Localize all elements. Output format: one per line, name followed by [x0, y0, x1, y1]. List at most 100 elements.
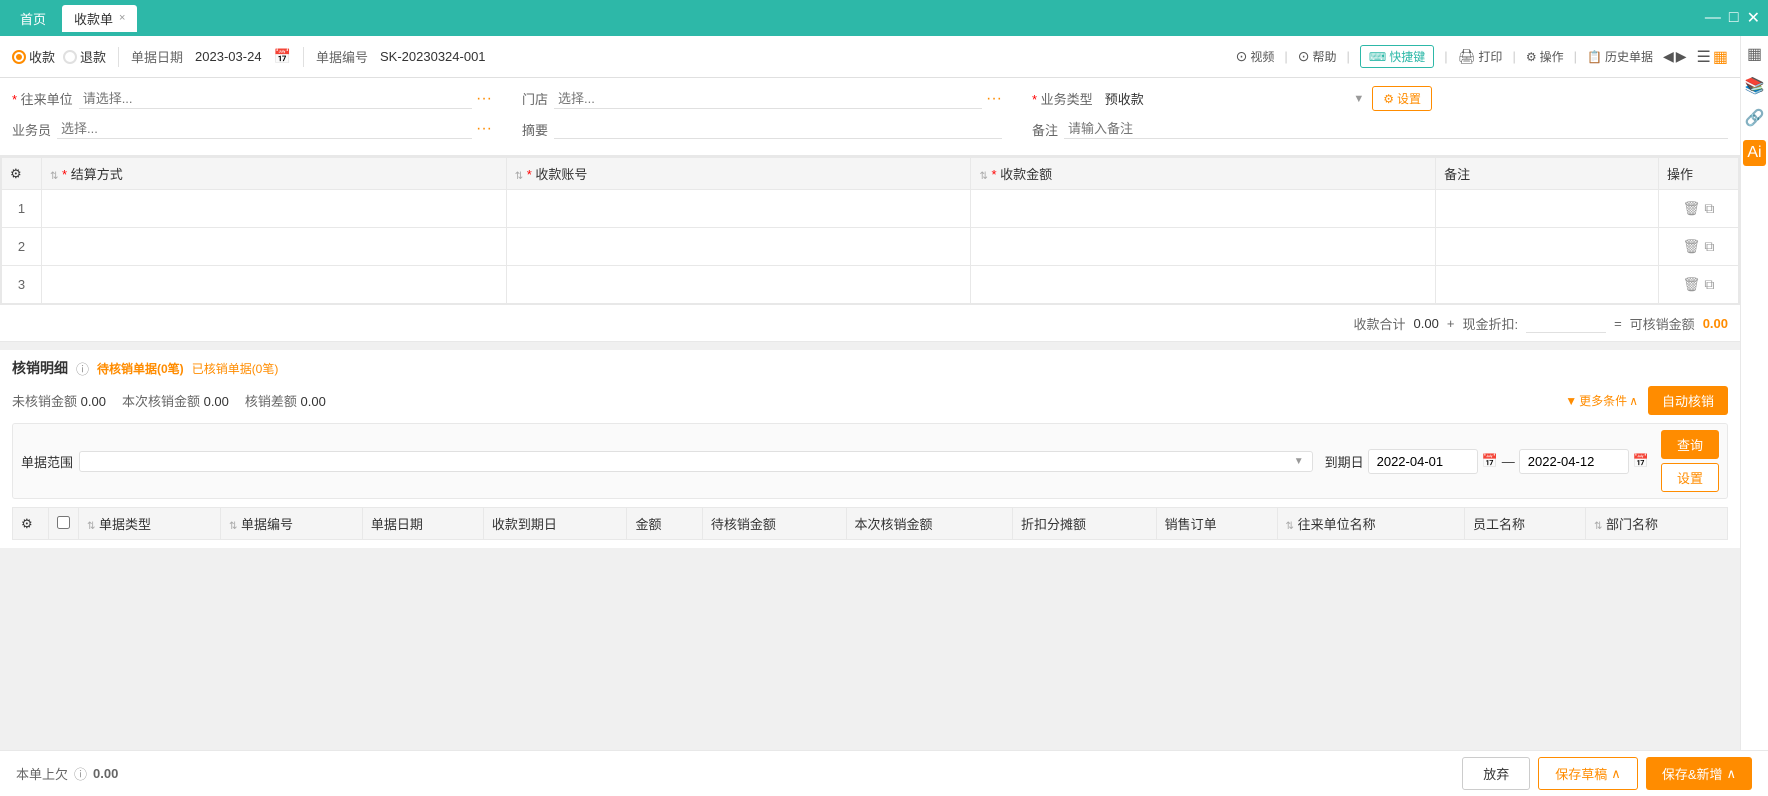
store-ellipsis-btn[interactable]: ···	[986, 90, 1002, 108]
right-panel-book-icon[interactable]: 📚	[1745, 76, 1765, 96]
store-field: 门店 ···	[522, 89, 1002, 109]
filter-row: 单据范围 ▼ 到期日 📅 — 📅 查询 设置	[12, 423, 1728, 499]
row2-copy-icon[interactable]: ⧉	[1704, 238, 1714, 255]
window-close-icon[interactable]: ✕	[1747, 8, 1760, 28]
date-range-dash: —	[1502, 454, 1515, 469]
abandon-button[interactable]: 放弃	[1462, 757, 1530, 790]
settings-button[interactable]: ⚙ 设置	[1372, 86, 1432, 111]
save-new-button[interactable]: 保存&新增 ∧	[1646, 757, 1752, 790]
view-list-icon[interactable]: ☰	[1697, 47, 1711, 67]
tab-close-icon[interactable]: ×	[119, 12, 125, 24]
view-grid-icon[interactable]: ▦	[1713, 47, 1728, 67]
stats-row: 未核销金额 0.00 本次核销金额 0.00 核销差额 0.00 ▼ 更多条件 …	[12, 386, 1728, 415]
radio-refund[interactable]: 退款	[63, 47, 106, 66]
row2-delete-icon[interactable]: 🗑	[1683, 238, 1701, 255]
bottom-th-gear[interactable]: ⚙	[13, 508, 49, 540]
query-button[interactable]: 查询	[1661, 430, 1719, 459]
right-panel-link-icon[interactable]: 🔗	[1745, 108, 1765, 128]
toolbar: 收款 退款 单据日期 2023-03-24 📅 单据编号 SK-20230324…	[0, 36, 1740, 78]
right-panel: ▦ 📚 🔗 Ai	[1740, 36, 1768, 750]
single-no-label: 单据编号	[316, 47, 368, 66]
info-icon[interactable]: ⓘ	[76, 359, 89, 378]
toolbar-shortcut-btn[interactable]: ⌨ 快捷键	[1360, 45, 1434, 68]
right-panel-ai-icon[interactable]: Ai	[1743, 140, 1765, 166]
pending-tab[interactable]: 待核销单据(0笔)	[97, 360, 184, 377]
range-chevron-icon: ▼	[1294, 456, 1304, 467]
right-panel-table-icon[interactable]: ▦	[1747, 44, 1762, 64]
window-maximize-icon[interactable]: □	[1729, 9, 1739, 27]
form-area: * 往来单位 ··· 门店 ··· * 业务类型 预收款 ▼	[0, 78, 1740, 156]
toolbar-help[interactable]: ⊙ 帮助	[1298, 48, 1337, 65]
row1-settlement[interactable]	[42, 190, 507, 228]
row1-copy-icon[interactable]: ⧉	[1704, 200, 1714, 217]
calendar-icon[interactable]: 📅	[274, 48, 291, 65]
calendar-to-icon[interactable]: 📅	[1633, 453, 1649, 469]
table-row: 2 🗑 ⧉	[2, 228, 1739, 266]
row1-remark[interactable]	[1436, 190, 1659, 228]
row3-copy-icon[interactable]: ⧉	[1704, 276, 1714, 293]
remark-input[interactable]	[1064, 119, 1728, 139]
date-from-input[interactable]	[1368, 449, 1478, 474]
row1-account[interactable]	[506, 190, 971, 228]
tab-receipt-label: 收款单	[74, 9, 113, 28]
range-select[interactable]: ▼	[79, 451, 1313, 472]
draft-button[interactable]: 保存草稿 ∧	[1538, 757, 1638, 790]
required-star: *	[12, 92, 21, 107]
staff-input[interactable]	[57, 119, 472, 139]
staff-ellipsis-btn[interactable]: ···	[476, 120, 492, 138]
receipt-refund-radio: 收款 退款	[12, 47, 106, 66]
row1-amount[interactable]	[971, 190, 1436, 228]
store-input[interactable]	[554, 89, 982, 109]
bottom-th-check[interactable]	[49, 508, 79, 540]
row2-amount[interactable]	[971, 228, 1436, 266]
row3-remark[interactable]	[1436, 266, 1659, 304]
row1-action: 🗑 ⧉	[1659, 190, 1739, 228]
toolbar-print[interactable]: 🖨 打印	[1458, 48, 1503, 65]
main-content: 收款 退款 单据日期 2023-03-24 📅 单据编号 SK-20230324…	[0, 36, 1740, 750]
bottom-th-dept: ⇅ 部门名称	[1585, 508, 1727, 540]
calendar-from-icon[interactable]: 📅	[1482, 453, 1498, 469]
form-row-1: * 往来单位 ··· 门店 ··· * 业务类型 预收款 ▼	[12, 86, 1728, 111]
cash-discount-input[interactable]	[1526, 313, 1606, 333]
bottom-gear-icon: ⚙	[21, 516, 33, 531]
nav-prev-icon[interactable]: ◀	[1663, 48, 1674, 65]
toolbar-operation[interactable]: ⚙ 操作	[1526, 48, 1564, 65]
row2-account[interactable]	[506, 228, 971, 266]
window-minimize-icon[interactable]: —	[1705, 9, 1721, 27]
row3-settlement[interactable]	[42, 266, 507, 304]
row1-delete-icon[interactable]: 🗑	[1683, 200, 1701, 217]
radio-receipt[interactable]: 收款	[12, 47, 55, 66]
tab-home[interactable]: 首页	[8, 5, 58, 32]
verification-section: 核销明细 ⓘ 待核销单据(0笔) 已核销单据(0笔) 未核销金额 0.00 本次…	[0, 350, 1740, 548]
row3-delete-icon[interactable]: 🗑	[1683, 276, 1701, 293]
toolbar-video-label: 视频	[1250, 48, 1274, 65]
bottom-th-type: ⇅ 单据类型	[79, 508, 221, 540]
section-title: 核销明细	[12, 358, 68, 378]
bill-info-icon[interactable]: ⓘ	[74, 764, 87, 783]
radio-refund-circle	[63, 50, 77, 64]
auto-offset-button[interactable]: 自动核销	[1648, 386, 1728, 415]
nav-next-icon[interactable]: ▶	[1676, 48, 1687, 65]
counterpart-input[interactable]	[79, 89, 472, 109]
select-all-checkbox[interactable]	[57, 516, 70, 529]
more-conditions-btn[interactable]: ▼ 更多条件 ∧	[1565, 392, 1638, 409]
settings-gear-col[interactable]: ⚙	[2, 158, 42, 190]
radio-receipt-circle	[12, 50, 26, 64]
row2-remark[interactable]	[1436, 228, 1659, 266]
history-icon: 📋	[1587, 50, 1602, 64]
row2-settlement[interactable]	[42, 228, 507, 266]
row3-account[interactable]	[506, 266, 971, 304]
toolbar-video[interactable]: ⊙ 视频	[1236, 48, 1275, 65]
current-value: 0.00	[204, 394, 229, 409]
business-type-dropdown-icon[interactable]: ▼	[1353, 93, 1364, 105]
summary-input[interactable]	[554, 119, 1002, 139]
filter-settings-button[interactable]: 设置	[1661, 463, 1719, 492]
tab-receipt[interactable]: 收款单 ×	[62, 5, 137, 32]
counterpart-ellipsis-btn[interactable]: ···	[476, 90, 492, 108]
done-tab[interactable]: 已核销单据(0笔)	[192, 360, 279, 377]
business-type-label: * 业务类型	[1032, 89, 1093, 108]
row3-amount[interactable]	[971, 266, 1436, 304]
th-remark: 备注	[1436, 158, 1659, 190]
date-to-input[interactable]	[1519, 449, 1629, 474]
toolbar-history[interactable]: 📋 历史单据	[1587, 48, 1653, 65]
